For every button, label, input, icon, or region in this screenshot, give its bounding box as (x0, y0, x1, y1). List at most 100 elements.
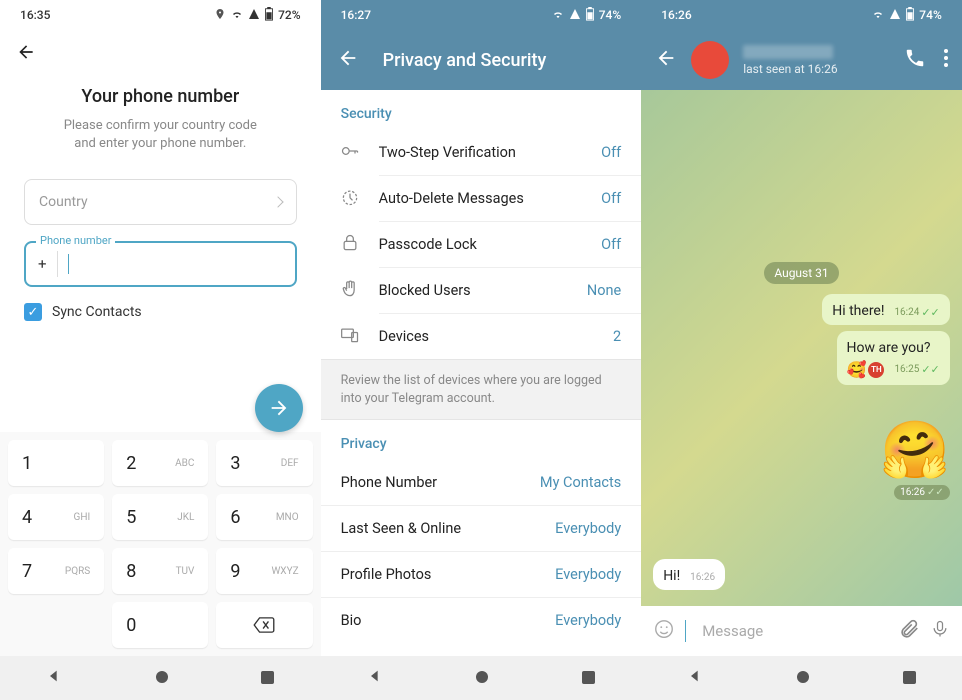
nav-back[interactable] (46, 668, 62, 688)
nav-bar (0, 656, 321, 700)
phone-label: Phone number (36, 234, 115, 247)
key-1[interactable]: 1 (8, 440, 104, 486)
wifi-icon (551, 8, 565, 23)
key-3[interactable]: 3DEF (216, 440, 312, 486)
section-security: Security (321, 90, 642, 130)
last-seen: last seen at 16:26 (743, 62, 890, 76)
nav-recent[interactable] (903, 669, 916, 688)
message-input-bar: Message (641, 606, 962, 656)
signal-icon (569, 8, 581, 23)
nav-recent[interactable] (582, 669, 595, 688)
battery-percent: 74% (919, 8, 941, 22)
key-0[interactable]: 0 (112, 602, 208, 648)
battery-icon (905, 7, 915, 24)
key-icon (340, 141, 360, 165)
wifi-icon (871, 8, 885, 23)
privacy-photos[interactable]: Profile PhotosEverybody (321, 552, 642, 598)
battery-percent: 72% (278, 8, 300, 22)
privacy-lastseen[interactable]: Last Seen & OnlineEverybody (321, 506, 642, 552)
status-time: 16:27 (341, 8, 371, 22)
chat-body[interactable]: August 31 Hi there! 16:24 ✓✓ How are you… (641, 90, 962, 606)
emoji-button[interactable] (653, 618, 675, 644)
chat-screen: 16:26 74% last seen at 16:26 August 31 H… (641, 0, 962, 700)
reaction-emoji[interactable]: 🥰 (847, 360, 867, 379)
mic-button[interactable] (930, 618, 950, 644)
page-subtitle: Please confirm your country codeand ente… (24, 117, 297, 153)
devices-info: Review the list of devices where you are… (321, 359, 642, 420)
nav-home[interactable] (475, 669, 489, 688)
timer-icon (340, 187, 360, 211)
attach-button[interactable] (898, 618, 920, 644)
key-5[interactable]: 5JKL (112, 494, 208, 540)
battery-icon (264, 7, 274, 24)
privacy-phone[interactable]: Phone NumberMy Contacts (321, 460, 642, 506)
sync-contacts-row[interactable]: ✓ Sync Contacts (24, 303, 297, 321)
wifi-icon (230, 8, 244, 23)
setting-devices[interactable]: Devices2 (321, 314, 642, 359)
privacy-security-screen: 16:27 74% Privacy and Security Security … (321, 0, 642, 700)
hand-icon (340, 279, 360, 303)
status-time: 16:35 (20, 8, 50, 22)
keypad: 1 2ABC 3DEF 4GHI 5JKL 6MNO 7PQRS 8TUV 9W… (0, 432, 321, 656)
text-cursor (685, 620, 686, 642)
chevron-right-icon (272, 197, 283, 208)
battery-icon (585, 7, 595, 24)
contact-info[interactable]: last seen at 16:26 (743, 45, 890, 76)
settings-header: Privacy and Security (321, 30, 642, 90)
signal-icon (248, 8, 260, 23)
back-button[interactable] (337, 47, 359, 73)
contact-name-blurred (743, 45, 833, 59)
back-button[interactable] (0, 30, 321, 78)
text-cursor (68, 254, 69, 274)
status-time: 16:26 (661, 8, 691, 22)
page-title: Your phone number (24, 86, 297, 107)
setting-blocked[interactable]: Blocked UsersNone (321, 268, 642, 314)
nav-home[interactable] (796, 669, 810, 688)
nav-back[interactable] (367, 668, 383, 688)
sync-label: Sync Contacts (52, 304, 142, 320)
setting-passcode[interactable]: Passcode LockOff (321, 222, 642, 268)
phone-input[interactable]: Phone number + (24, 241, 297, 287)
setting-auto-delete[interactable]: Auto-Delete MessagesOff (321, 176, 642, 222)
devices-icon (340, 325, 360, 349)
more-button[interactable] (944, 49, 948, 71)
key-backspace[interactable] (216, 602, 312, 648)
date-separator: August 31 (764, 262, 838, 284)
message-in[interactable]: Hi! 16:26 (653, 559, 725, 590)
nav-home[interactable] (155, 669, 169, 688)
lock-icon (340, 233, 360, 257)
key-9[interactable]: 9WXYZ (216, 548, 312, 594)
next-fab[interactable] (255, 384, 303, 432)
nav-bar (641, 656, 962, 700)
header-title: Privacy and Security (383, 50, 547, 71)
country-placeholder: Country (39, 194, 88, 210)
call-button[interactable] (904, 47, 926, 73)
sticker-time: 16:26 ✓✓ (894, 485, 950, 500)
status-bar: 16:35 72% (0, 0, 321, 30)
location-icon (214, 8, 226, 23)
avatar[interactable] (691, 41, 729, 79)
back-button[interactable] (655, 47, 677, 73)
reaction-badge: TH (868, 362, 884, 378)
phone-number-screen: 16:35 72% Your phone number Please confi… (0, 0, 321, 700)
country-field[interactable]: Country (24, 179, 297, 225)
status-right: 72% (214, 7, 300, 24)
key-8[interactable]: 8TUV (112, 548, 208, 594)
key-7[interactable]: 7PQRS (8, 548, 104, 594)
key-6[interactable]: 6MNO (216, 494, 312, 540)
battery-percent: 74% (599, 8, 621, 22)
message-out[interactable]: How are you? 🥰 TH 16:25 ✓✓ (837, 331, 950, 385)
message-input[interactable]: Message (702, 622, 888, 640)
key-4[interactable]: 4GHI (8, 494, 104, 540)
sync-checkbox[interactable]: ✓ (24, 303, 42, 321)
message-out[interactable]: Hi there! 16:24 ✓✓ (822, 294, 950, 325)
section-privacy: Privacy (321, 420, 642, 460)
key-2[interactable]: 2ABC (112, 440, 208, 486)
nav-recent[interactable] (261, 669, 274, 688)
sticker-message[interactable]: 🤗 (880, 417, 950, 483)
status-bar: 16:26 74% (641, 0, 962, 30)
read-checks-icon: ✓✓ (921, 363, 939, 376)
nav-back[interactable] (687, 668, 703, 688)
privacy-bio[interactable]: BioEverybody (321, 598, 642, 643)
setting-two-step[interactable]: Two-Step VerificationOff (321, 130, 642, 176)
